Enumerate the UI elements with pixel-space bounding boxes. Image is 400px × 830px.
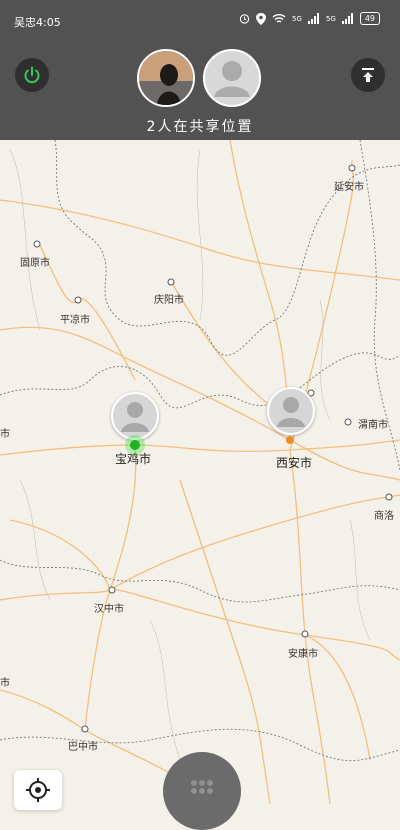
upload-top-icon [362, 68, 374, 82]
person-icon [214, 61, 250, 97]
collapse-top-button[interactable] [351, 58, 385, 92]
city-label: 安康市 [288, 649, 318, 660]
locate-button[interactable] [14, 770, 62, 810]
city-label: 平凉市 [60, 315, 90, 326]
status-time: 吴忠4:05 [14, 16, 61, 29]
friend-avatar-pin[interactable] [111, 392, 159, 440]
self-avatar-pin[interactable] [267, 387, 315, 435]
city-label-xian: 西安市 [276, 456, 313, 470]
city-label: 延安市 [334, 182, 364, 193]
menu-button[interactable] [163, 752, 241, 830]
person-icon [121, 402, 149, 432]
locate-icon [26, 778, 50, 802]
stop-sharing-button[interactable] [15, 58, 49, 92]
alarm-icon [239, 14, 250, 24]
network-label: 5G [292, 14, 302, 23]
city-label: 市 [0, 429, 10, 440]
signal-icon [341, 13, 353, 24]
person-icon [277, 397, 305, 427]
city-label: 庆阳市 [154, 295, 184, 306]
grid-menu-icon [191, 780, 213, 794]
power-icon [24, 66, 40, 84]
city-label-baoji: 宝鸡市 [115, 452, 152, 466]
user-avatar-photo[interactable] [137, 49, 195, 107]
signal-icon [307, 13, 319, 24]
location-icon [256, 12, 267, 25]
sharing-count-text: 2人在共享位置 [146, 119, 254, 135]
city-label: 巴中市 [68, 742, 98, 753]
avatar-photo-icon [139, 51, 193, 105]
friend-location-dot [130, 440, 140, 450]
battery-icon: 49 [359, 12, 380, 25]
network-label: 5G [325, 14, 336, 23]
wifi-icon [272, 14, 286, 23]
city-label: 商洛 [374, 511, 394, 522]
status-icons: 5G 5G 49 [239, 12, 380, 25]
city-label: 渭南市 [358, 420, 388, 431]
self-location-dot [286, 436, 294, 444]
friend-avatar[interactable] [203, 49, 261, 107]
status-bar: 吴忠4:05 5G 5G 49 [0, 0, 400, 40]
city-label: 固原市 [20, 258, 50, 269]
city-label: 市 [0, 678, 10, 689]
city-label: 汉中市 [94, 604, 124, 615]
